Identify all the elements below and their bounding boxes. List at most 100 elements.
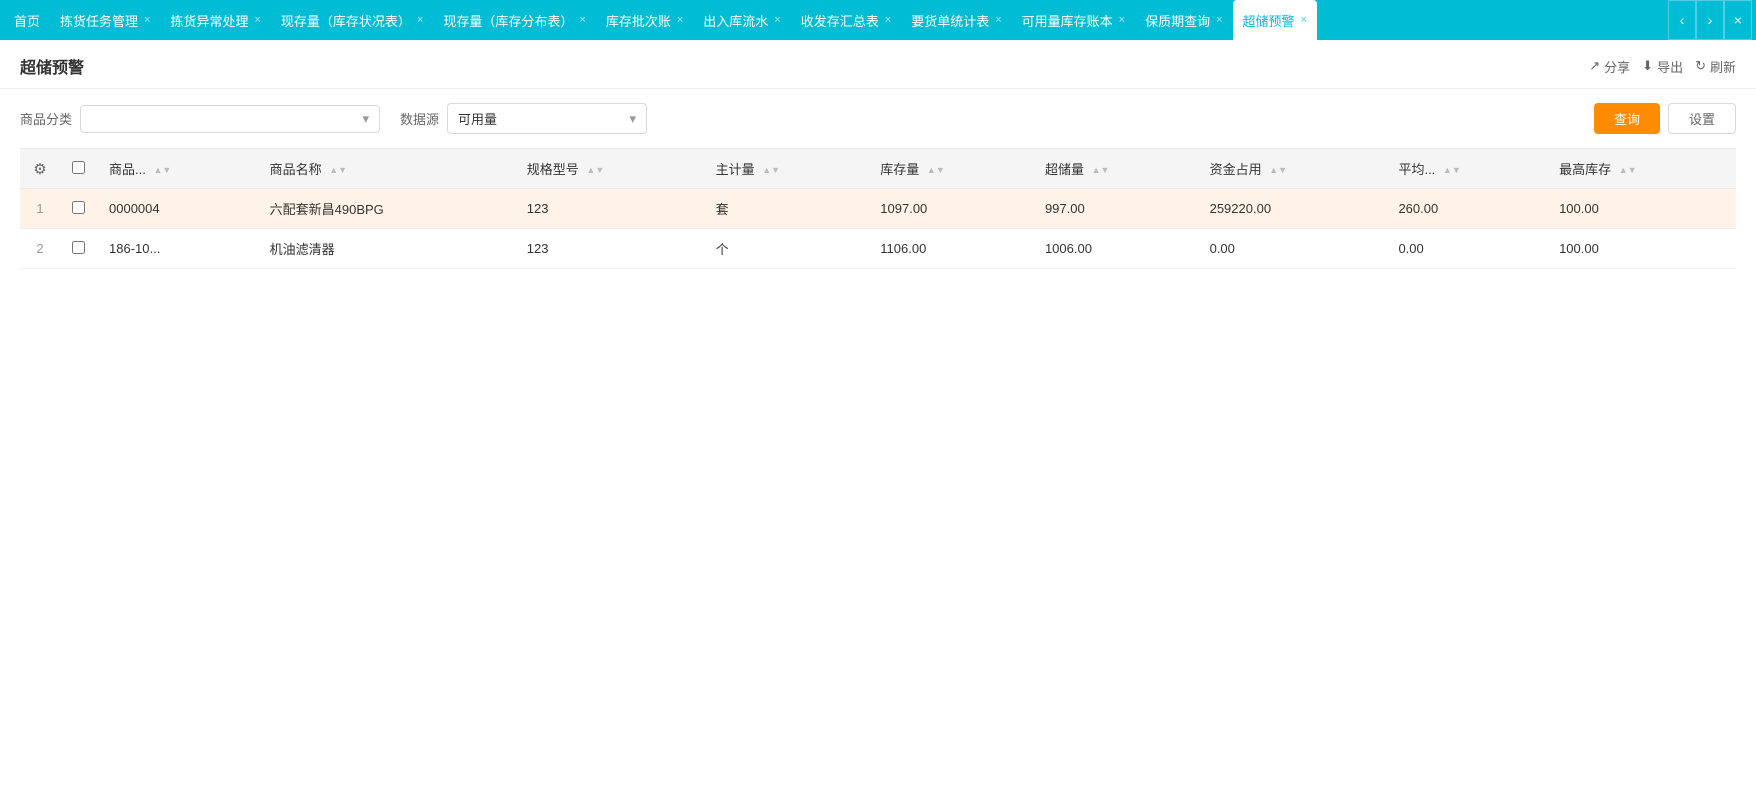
tab-order-stat[interactable]: 要货单统计表 ×	[901, 0, 1011, 40]
filter-buttons: 查询 设置	[1594, 103, 1736, 134]
gear-icon[interactable]: ⚙	[33, 161, 46, 178]
tab-summary-close[interactable]: ×	[885, 14, 891, 26]
th-avg[interactable]: 平均... ▲▼	[1386, 149, 1547, 189]
filter-bar: 商品分类 ▾ 数据源 可用量 ▾ 查询 设置	[0, 89, 1756, 148]
row-capital: 0.00	[1198, 229, 1387, 269]
tab-summary-label: 收发存汇总表	[801, 11, 879, 30]
nav-close-button[interactable]: ×	[1724, 0, 1752, 40]
category-select[interactable]: ▾	[80, 105, 380, 133]
row-code: 0000004	[97, 189, 258, 229]
row-spec: 123	[515, 189, 704, 229]
th-unit-label: 主计量	[716, 162, 755, 177]
tab-pick-exception[interactable]: 拣货异常处理 ×	[160, 0, 270, 40]
row-overstock: 997.00	[1033, 189, 1198, 229]
th-capital-sort[interactable]: ▲▼	[1269, 166, 1287, 175]
tab-inout-label: 出入库流水	[703, 11, 768, 30]
settings-button[interactable]: 设置	[1668, 103, 1736, 134]
query-button[interactable]: 查询	[1594, 103, 1660, 134]
refresh-label: 刷新	[1710, 57, 1736, 76]
export-icon: ⬇	[1642, 58, 1653, 74]
share-button[interactable]: ↗ 分享	[1589, 57, 1630, 76]
tab-batch-label: 库存批次账	[606, 11, 671, 30]
row-code: 186-10...	[97, 229, 258, 269]
refresh-button[interactable]: ↻ 刷新	[1695, 57, 1736, 76]
th-code[interactable]: 商品... ▲▼	[97, 149, 258, 189]
tab-pick-task[interactable]: 拣货任务管理 ×	[50, 0, 160, 40]
row-index: 2	[20, 229, 60, 269]
th-avg-label: 平均...	[1398, 162, 1435, 177]
th-name-sort[interactable]: ▲▼	[329, 166, 347, 175]
tab-overstock-close[interactable]: ×	[1301, 14, 1307, 26]
th-unit[interactable]: 主计量 ▲▼	[704, 149, 869, 189]
th-stock-label: 库存量	[880, 162, 919, 177]
tab-order-stat-label: 要货单统计表	[911, 11, 989, 30]
header-actions: ↗ 分享 ⬇ 导出 ↻ 刷新	[1589, 57, 1736, 76]
datasource-label: 数据源	[400, 109, 439, 128]
tab-expiry[interactable]: 保质期查询 ×	[1135, 0, 1232, 40]
table-header-row: ⚙ 商品... ▲▼ 商品名称 ▲▼ 规格型号 ▲▼	[20, 149, 1736, 189]
select-all-checkbox[interactable]	[72, 161, 85, 174]
tab-stock-dist-label: 现存量（库存分布表）	[443, 11, 573, 30]
tab-pick-task-close[interactable]: ×	[144, 14, 150, 26]
row-spec: 123	[515, 229, 704, 269]
th-maxstock[interactable]: 最高库存 ▲▼	[1547, 149, 1736, 189]
tab-overstock[interactable]: 超储预警 ×	[1233, 0, 1317, 40]
tab-home[interactable]: 首页	[4, 0, 50, 40]
th-spec-sort[interactable]: ▲▼	[586, 166, 604, 175]
page-title: 超储预警	[20, 54, 84, 78]
nav-next-button[interactable]: ›	[1696, 0, 1724, 40]
tab-stock-status-close[interactable]: ×	[417, 14, 423, 26]
datasource-filter-group: 数据源 可用量 ▾	[400, 103, 647, 134]
tab-stock-dist-close[interactable]: ×	[579, 14, 585, 26]
table-row: 1 0000004 六配套新昌490BPG 123 套 1097.00 997.…	[20, 189, 1736, 229]
row-unit: 个	[704, 229, 869, 269]
top-navigation: 首页 拣货任务管理 × 拣货异常处理 × 现存量（库存状况表） × 现存量（库存…	[0, 0, 1756, 40]
row-checkbox[interactable]	[72, 241, 85, 254]
nav-prev-button[interactable]: ‹	[1668, 0, 1696, 40]
th-spec[interactable]: 规格型号 ▲▼	[515, 149, 704, 189]
th-avg-sort[interactable]: ▲▼	[1443, 166, 1461, 175]
tab-stock-status[interactable]: 现存量（库存状况表） ×	[271, 0, 433, 40]
th-code-label: 商品...	[109, 162, 146, 177]
th-capital[interactable]: 资金占用 ▲▼	[1198, 149, 1387, 189]
share-icon: ↗	[1589, 58, 1600, 74]
row-name: 机油滤清器	[258, 229, 515, 269]
row-avg: 260.00	[1386, 189, 1547, 229]
row-capital: 259220.00	[1198, 189, 1387, 229]
tab-order-stat-close[interactable]: ×	[995, 14, 1001, 26]
page-content: 超储预警 ↗ 分享 ⬇ 导出 ↻ 刷新 商品分类 ▾ 数据源	[0, 40, 1756, 800]
tab-available[interactable]: 可用量库存账本 ×	[1012, 0, 1135, 40]
tab-pick-exception-close[interactable]: ×	[254, 14, 260, 26]
tab-expiry-close[interactable]: ×	[1216, 14, 1222, 26]
th-unit-sort[interactable]: ▲▼	[762, 166, 780, 175]
tab-pick-task-label: 拣货任务管理	[60, 11, 138, 30]
row-name: 六配套新昌490BPG	[258, 189, 515, 229]
tab-stock-dist[interactable]: 现存量（库存分布表） ×	[433, 0, 595, 40]
th-overstock-sort[interactable]: ▲▼	[1092, 166, 1110, 175]
row-checkbox-cell[interactable]	[60, 229, 97, 269]
tab-summary[interactable]: 收发存汇总表 ×	[791, 0, 901, 40]
th-checkbox[interactable]	[60, 149, 97, 189]
tab-inout-close[interactable]: ×	[774, 14, 780, 26]
tab-available-close[interactable]: ×	[1119, 14, 1125, 26]
row-maxstock: 100.00	[1547, 189, 1736, 229]
refresh-icon: ↻	[1695, 58, 1706, 74]
datasource-select[interactable]: 可用量 ▾	[447, 103, 647, 134]
row-checkbox[interactable]	[72, 201, 85, 214]
th-gear[interactable]: ⚙	[20, 149, 60, 189]
th-stock-sort[interactable]: ▲▼	[927, 166, 945, 175]
th-stock[interactable]: 库存量 ▲▼	[868, 149, 1033, 189]
tab-batch[interactable]: 库存批次账 ×	[596, 0, 693, 40]
row-unit: 套	[704, 189, 869, 229]
tab-batch-close[interactable]: ×	[677, 14, 683, 26]
export-button[interactable]: ⬇ 导出	[1642, 57, 1683, 76]
th-code-sort[interactable]: ▲▼	[153, 166, 171, 175]
share-label: 分享	[1604, 57, 1630, 76]
table-row: 2 186-10... 机油滤清器 123 个 1106.00 1006.00 …	[20, 229, 1736, 269]
th-name[interactable]: 商品名称 ▲▼	[258, 149, 515, 189]
th-maxstock-sort[interactable]: ▲▼	[1619, 166, 1637, 175]
row-checkbox-cell[interactable]	[60, 189, 97, 229]
category-dropdown-icon: ▾	[362, 111, 369, 127]
tab-inout[interactable]: 出入库流水 ×	[693, 0, 790, 40]
th-overstock[interactable]: 超储量 ▲▼	[1033, 149, 1198, 189]
